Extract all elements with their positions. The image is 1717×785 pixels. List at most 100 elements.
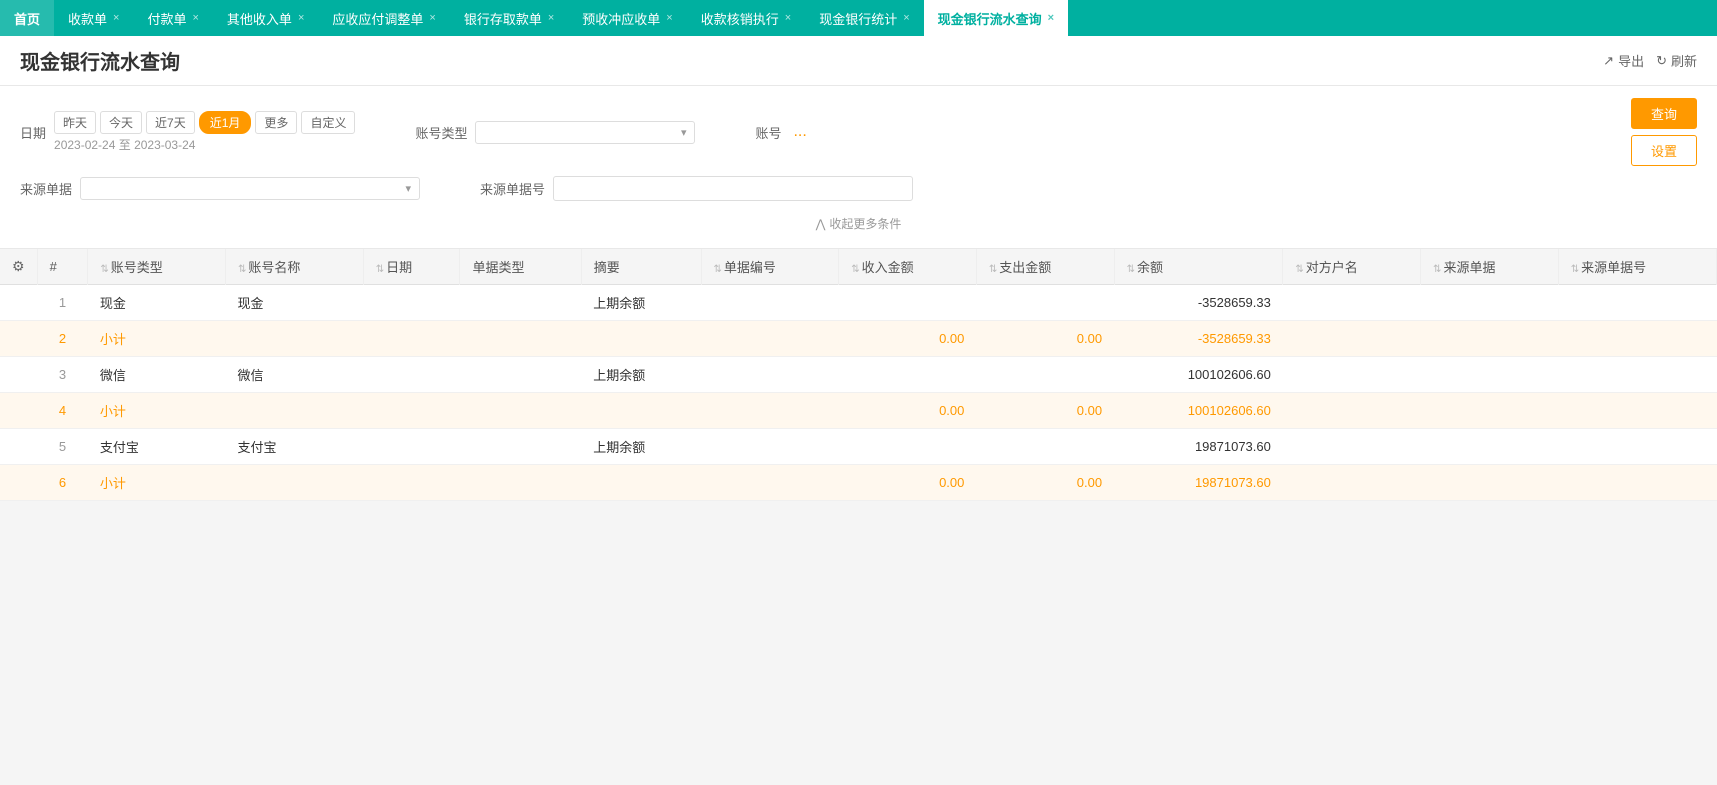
nav-tab-yinhang[interactable]: 银行存取款单× (450, 0, 568, 36)
date-btn-custom[interactable]: 自定义 (301, 111, 355, 134)
date-btn-more[interactable]: 更多 (255, 111, 297, 134)
td-doc-type (460, 357, 581, 393)
source-doc-arrow-icon: ▾ (405, 182, 411, 195)
td-gear (0, 321, 37, 357)
data-table: ⚙ # ⇅账号类型 ⇅账号名称 ⇅日期 单据类型 摘要 ⇅单据编号 ⇅收入金额 … (0, 249, 1717, 501)
th-expense[interactable]: ⇅支出金额 (976, 249, 1114, 285)
td-summary: 上期余额 (581, 357, 701, 393)
td-date (363, 357, 460, 393)
nav-tab-shoukuanhexiao[interactable]: 收款核销执行× (687, 0, 805, 36)
filter-area: 日期 昨天 今天 近7天 近1月 更多 自定义 2023-02-24 至 202… (0, 86, 1717, 249)
export-button[interactable]: ↗ 导出 (1603, 51, 1644, 70)
th-summary: 摘要 (581, 249, 701, 285)
td-index: 4 (37, 393, 88, 429)
nav-home[interactable]: 首页 (0, 0, 54, 36)
td-source-doc-no (1558, 285, 1716, 321)
td-doc-type (460, 465, 581, 501)
th-account-name[interactable]: ⇅账号名称 (226, 249, 364, 285)
source-doc-label: 来源单据 (20, 179, 72, 198)
th-source-doc-no[interactable]: ⇅来源单据号 (1558, 249, 1716, 285)
td-account-name (226, 465, 364, 501)
account-filter-group: 账号 ... (755, 123, 806, 142)
collapse-bar[interactable]: ⋀ 收起更多条件 (20, 211, 1697, 236)
source-doc-no-input[interactable] (553, 176, 913, 201)
td-summary (581, 321, 701, 357)
td-expense (976, 429, 1114, 465)
table-row: 5支付宝支付宝上期余额19871073.60 (0, 429, 1717, 465)
th-source-doc[interactable]: ⇅来源单据 (1421, 249, 1559, 285)
gear-icon[interactable]: ⚙ (12, 258, 25, 274)
right-action-buttons: 查询 设置 (1631, 98, 1697, 166)
td-income: 0.00 (839, 393, 977, 429)
td-income (839, 429, 977, 465)
table-body: 1现金现金上期余额-3528659.332小计0.000.00-3528659.… (0, 285, 1717, 501)
td-account-type: 微信 (88, 357, 226, 393)
th-date[interactable]: ⇅日期 (363, 249, 460, 285)
nav-tab-yingshouyingfu[interactable]: 应收应付调整单× (318, 0, 449, 36)
td-expense (976, 357, 1114, 393)
account-dots[interactable]: ... (793, 123, 806, 141)
refresh-button[interactable]: ↻ 刷新 (1656, 51, 1697, 70)
table-header-row: ⚙ # ⇅账号类型 ⇅账号名称 ⇅日期 单据类型 摘要 ⇅单据编号 ⇅收入金额 … (0, 249, 1717, 285)
top-nav: 首页 收款单× 付款单× 其他收入单× 应收应付调整单× 银行存取款单× 预收冲… (0, 0, 1717, 36)
th-income[interactable]: ⇅收入金额 (839, 249, 977, 285)
td-account-type: 支付宝 (88, 429, 226, 465)
td-date (363, 285, 460, 321)
table-row: 3微信微信上期余额100102606.60 (0, 357, 1717, 393)
td-source-doc-no (1558, 357, 1716, 393)
refresh-icon: ↻ (1656, 53, 1667, 69)
td-expense: 0.00 (976, 465, 1114, 501)
settings-button[interactable]: 设置 (1631, 135, 1697, 166)
date-btn-today[interactable]: 今天 (100, 111, 142, 134)
td-index: 5 (37, 429, 88, 465)
td-income: 0.00 (839, 321, 977, 357)
td-summary (581, 465, 701, 501)
td-doc-no (701, 357, 839, 393)
date-buttons: 昨天 今天 近7天 近1月 更多 自定义 (54, 111, 355, 134)
th-account-type[interactable]: ⇅账号类型 (88, 249, 226, 285)
nav-tab-xianjintongji[interactable]: 现金银行统计× (805, 0, 923, 36)
date-btn-7days[interactable]: 近7天 (146, 111, 195, 134)
export-icon: ↗ (1603, 53, 1614, 69)
date-range-display: 2023-02-24 至 2023-03-24 (54, 136, 355, 153)
source-doc-select[interactable]: ▾ (80, 177, 420, 200)
td-doc-type (460, 321, 581, 357)
th-doc-no[interactable]: ⇅单据编号 (701, 249, 839, 285)
td-counterparty (1283, 465, 1421, 501)
th-gear[interactable]: ⚙ (0, 249, 37, 285)
nav-tab-liushui[interactable]: 现金银行流水查询× (924, 0, 1068, 36)
query-button[interactable]: 查询 (1631, 98, 1697, 129)
td-balance: -3528659.33 (1114, 321, 1283, 357)
filter-row-1: 日期 昨天 今天 近7天 近1月 更多 自定义 2023-02-24 至 202… (20, 98, 1697, 166)
td-expense: 0.00 (976, 393, 1114, 429)
date-btn-yesterday[interactable]: 昨天 (54, 111, 96, 134)
td-source-doc (1421, 465, 1559, 501)
td-doc-no (701, 393, 839, 429)
td-doc-no (701, 321, 839, 357)
account-label: 账号 (755, 123, 781, 142)
account-type-arrow-icon: ▾ (681, 126, 687, 139)
collapse-icon: ⋀ (816, 217, 826, 231)
account-type-select[interactable]: ▾ (475, 121, 695, 144)
td-account-type: 小计 (88, 321, 226, 357)
th-counterparty[interactable]: ⇅对方户名 (1283, 249, 1421, 285)
td-account-name (226, 321, 364, 357)
th-doc-type: 单据类型 (460, 249, 581, 285)
td-counterparty (1283, 357, 1421, 393)
td-gear (0, 429, 37, 465)
table-row: 4小计0.000.00100102606.60 (0, 393, 1717, 429)
td-doc-type (460, 393, 581, 429)
nav-tab-shoukuan[interactable]: 收款单× (54, 0, 133, 36)
td-date (363, 393, 460, 429)
nav-tab-qitashouru[interactable]: 其他收入单× (213, 0, 318, 36)
nav-tab-fukuan[interactable]: 付款单× (133, 0, 212, 36)
td-account-name: 支付宝 (226, 429, 364, 465)
td-date (363, 321, 460, 357)
date-btn-1month[interactable]: 近1月 (199, 111, 252, 134)
table-row: 1现金现金上期余额-3528659.33 (0, 285, 1717, 321)
nav-tab-yushou[interactable]: 预收冲应收单× (568, 0, 686, 36)
td-summary: 上期余额 (581, 429, 701, 465)
page-header: 现金银行流水查询 ↗ 导出 ↻ 刷新 (0, 36, 1717, 86)
th-balance[interactable]: ⇅余额 (1114, 249, 1283, 285)
td-doc-no (701, 285, 839, 321)
